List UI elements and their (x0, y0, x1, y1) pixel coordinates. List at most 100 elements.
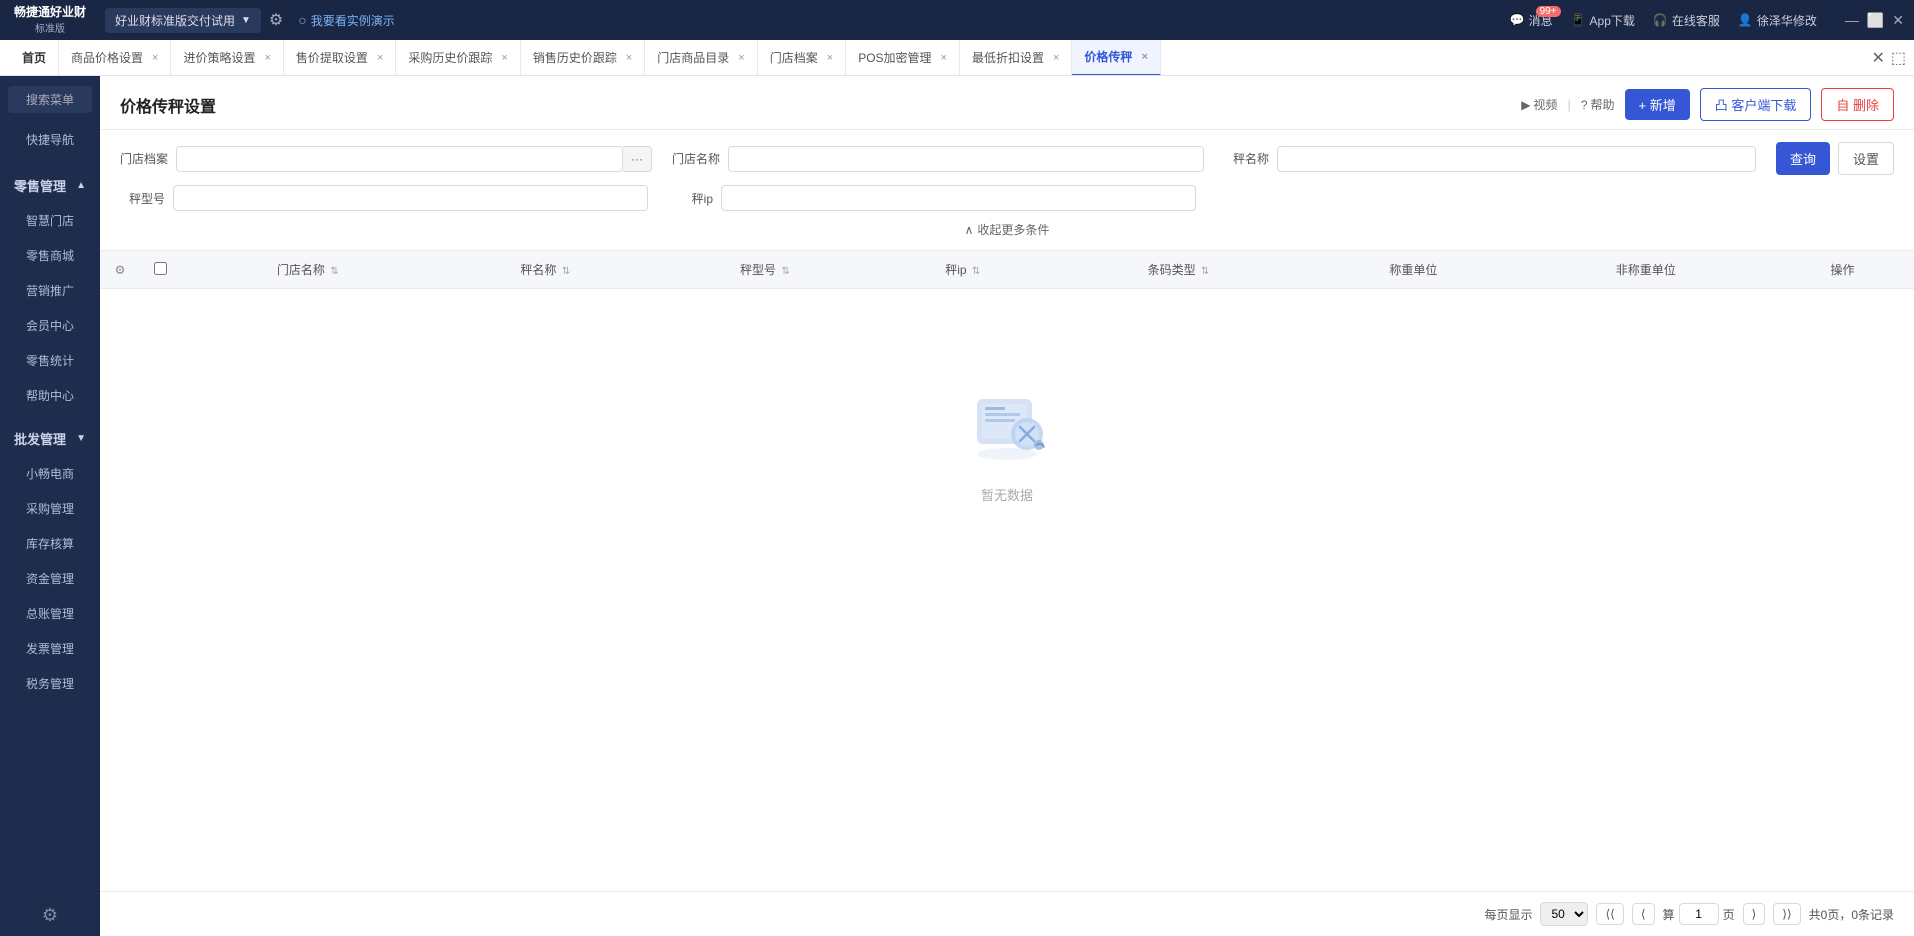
message-item[interactable]: 💬 消息 99+ (1510, 12, 1553, 29)
filter-scale-name: 秤名称 (1224, 146, 1756, 172)
window-controls: — ⬜ ✕ (1845, 12, 1904, 29)
sidebar-item-tax[interactable]: 税务管理 (0, 666, 100, 701)
version-settings-icon[interactable]: ⚙ (269, 10, 283, 30)
first-page-button[interactable]: ⟨⟨ (1596, 903, 1623, 925)
scale-name-input[interactable] (1277, 146, 1756, 172)
table-header: ⚙ 门店名称 ⇅ 秤名称 ⇅ (100, 251, 1914, 289)
tab-goods-price-label: 商品价格设置 (71, 49, 143, 66)
sidebar-item-marketing[interactable]: 营销推广 (0, 273, 100, 308)
chevron-down-icon: ▼ (241, 15, 251, 26)
sidebar-section-wholesale-header[interactable]: 批发管理 ▼ (0, 421, 100, 456)
tab-min-discount[interactable]: 最低折扣设置 × (960, 40, 1072, 76)
sidebar-item-finance[interactable]: 资金管理 (0, 561, 100, 596)
sort-barcode-type-icon[interactable]: ⇅ (1201, 266, 1209, 277)
maximize-icon[interactable]: ⬜ (1867, 12, 1884, 29)
per-page-select[interactable]: 50 (1540, 902, 1588, 926)
user-icon: 👤 (1738, 13, 1753, 27)
tab-close-all-icon[interactable]: ✕ (1871, 48, 1884, 68)
search-menu-button[interactable]: 搜索菜单 (8, 86, 92, 113)
sidebar-footer[interactable]: ⚙ (0, 895, 100, 936)
tab-price-scale[interactable]: 价格传秤 × (1072, 40, 1160, 76)
tab-purchase-history[interactable]: 采购历史价跟踪 × (396, 40, 520, 76)
th-settings[interactable]: ⚙ (100, 251, 140, 289)
sidebar-item-help-center[interactable]: 帮助中心 (0, 378, 100, 413)
sidebar-item-retail-mall[interactable]: 零售商城 (0, 238, 100, 273)
tab-pos-manage-close[interactable]: × (941, 52, 947, 64)
page-header: 价格传秤设置 ▶ 视频 | ? 帮助 + 新增 凸 客户端下载 (100, 76, 1914, 130)
next-page-button[interactable]: ⟩ (1743, 903, 1766, 925)
app-download-item[interactable]: 📱 App下载 (1571, 12, 1635, 29)
store-profile-more-icon[interactable]: ··· (623, 146, 652, 172)
sort-scale-ip-icon[interactable]: ⇅ (972, 266, 980, 277)
tab-store-profile-close[interactable]: × (827, 52, 833, 64)
sidebar-item-general-ledger[interactable]: 总账管理 (0, 596, 100, 631)
add-button[interactable]: + 新增 (1625, 89, 1690, 120)
sidebar-item-inventory[interactable]: 库存核算 (0, 526, 100, 561)
tab-purchase-strategy[interactable]: 进价策略设置 × (171, 40, 283, 76)
tab-sale-history[interactable]: 销售历史价跟踪 × (521, 40, 645, 76)
tab-store-catalog[interactable]: 门店商品目录 × (645, 40, 757, 76)
page-info: 算 页 (1663, 903, 1735, 925)
sidebar-search-area: 搜索菜单 (0, 76, 100, 119)
online-service-item[interactable]: 🎧 在线客服 (1653, 12, 1720, 29)
app-icon: 📱 (1571, 13, 1586, 27)
store-profile-label: 门店档案 (120, 150, 168, 167)
sidebar-item-invoice[interactable]: 发票管理 (0, 631, 100, 666)
tab-maximize-icon[interactable]: ⬚ (1891, 48, 1906, 68)
help-link[interactable]: ? 帮助 (1581, 96, 1615, 113)
sort-store-name-icon[interactable]: ⇅ (330, 266, 338, 277)
sidebar-item-quick-nav[interactable]: 快捷导航 (0, 123, 100, 156)
tab-price-scale-close[interactable]: × (1141, 51, 1147, 63)
settings-button[interactable]: 设置 (1838, 142, 1894, 175)
sidebar-item-retail-stats[interactable]: 零售统计 (0, 343, 100, 378)
tab-min-discount-close[interactable]: × (1053, 52, 1059, 64)
tab-goods-price-close[interactable]: × (152, 52, 158, 64)
data-table: ⚙ 门店名称 ⇅ 秤名称 ⇅ (100, 251, 1914, 584)
scale-model-input[interactable] (173, 185, 648, 211)
sidebar-item-smart-store[interactable]: 智慧门店 (0, 203, 100, 238)
tab-purchase-strategy-close[interactable]: × (264, 52, 270, 64)
question-icon: ? (1581, 98, 1588, 112)
tab-sale-history-close[interactable]: × (626, 52, 632, 64)
sort-scale-model-icon[interactable]: ⇅ (781, 266, 789, 277)
tab-goods-price[interactable]: 商品价格设置 × (59, 40, 171, 76)
per-page-label: 每页显示 (1484, 906, 1532, 923)
tab-store-profile[interactable]: 门店档案 × (758, 40, 846, 76)
store-name-input[interactable] (728, 146, 1204, 172)
query-button[interactable]: 查询 (1776, 142, 1830, 175)
sidebar-item-purchase-mgmt[interactable]: 采购管理 (0, 491, 100, 526)
scale-ip-input[interactable] (721, 185, 1196, 211)
delete-button[interactable]: 自 删除 (1821, 88, 1894, 121)
message-badge: 99+ (1536, 6, 1561, 17)
prev-page-button[interactable]: ⟨ (1632, 903, 1655, 925)
minimize-icon[interactable]: — (1845, 12, 1859, 28)
play-icon: ▶ (1521, 98, 1530, 112)
last-page-button[interactable]: ⟩⟩ (1773, 903, 1800, 925)
current-page-input[interactable] (1679, 903, 1719, 925)
sidebar-item-member-center[interactable]: 会员中心 (0, 308, 100, 343)
tab-home[interactable]: 首页 (10, 40, 59, 76)
video-link[interactable]: ▶ 视频 (1521, 96, 1557, 113)
tab-sale-price-close[interactable]: × (377, 52, 383, 64)
filter-row-1: 门店档案 ··· 门店名称 秤名称 (120, 142, 1894, 175)
th-checkbox[interactable] (140, 251, 180, 289)
store-profile-input[interactable] (176, 146, 623, 172)
demo-link[interactable]: ○ 我要看实例演示 (298, 12, 394, 29)
tab-purchase-history-close[interactable]: × (501, 52, 507, 64)
version-selector[interactable]: 好业财标准版交付试用 ▼ (105, 8, 261, 33)
tab-store-catalog-close[interactable]: × (738, 52, 744, 64)
logo-title: 畅捷通好业财 (14, 5, 86, 19)
select-all-checkbox[interactable] (154, 262, 167, 275)
sort-scale-name-icon[interactable]: ⇅ (562, 266, 570, 277)
user-item[interactable]: 👤 徐泽华修改 (1738, 12, 1817, 29)
filter-action-btns: 查询 设置 (1776, 142, 1894, 175)
collapse-button[interactable]: ∧ 收起更多条件 (965, 221, 1050, 238)
sidebar-section-retail-header[interactable]: 零售管理 ▲ (0, 168, 100, 203)
tab-pos-manage[interactable]: POS加密管理 × (846, 40, 960, 76)
download-button[interactable]: 凸 客户端下载 (1700, 88, 1812, 121)
filter-scale-model: 秤型号 (120, 185, 648, 211)
tab-sale-price[interactable]: 售价提取设置 × (284, 40, 396, 76)
settings-icon: ⚙ (42, 905, 58, 925)
close-icon[interactable]: ✕ (1892, 12, 1904, 29)
sidebar-item-xiao-chang[interactable]: 小畅电商 (0, 456, 100, 491)
